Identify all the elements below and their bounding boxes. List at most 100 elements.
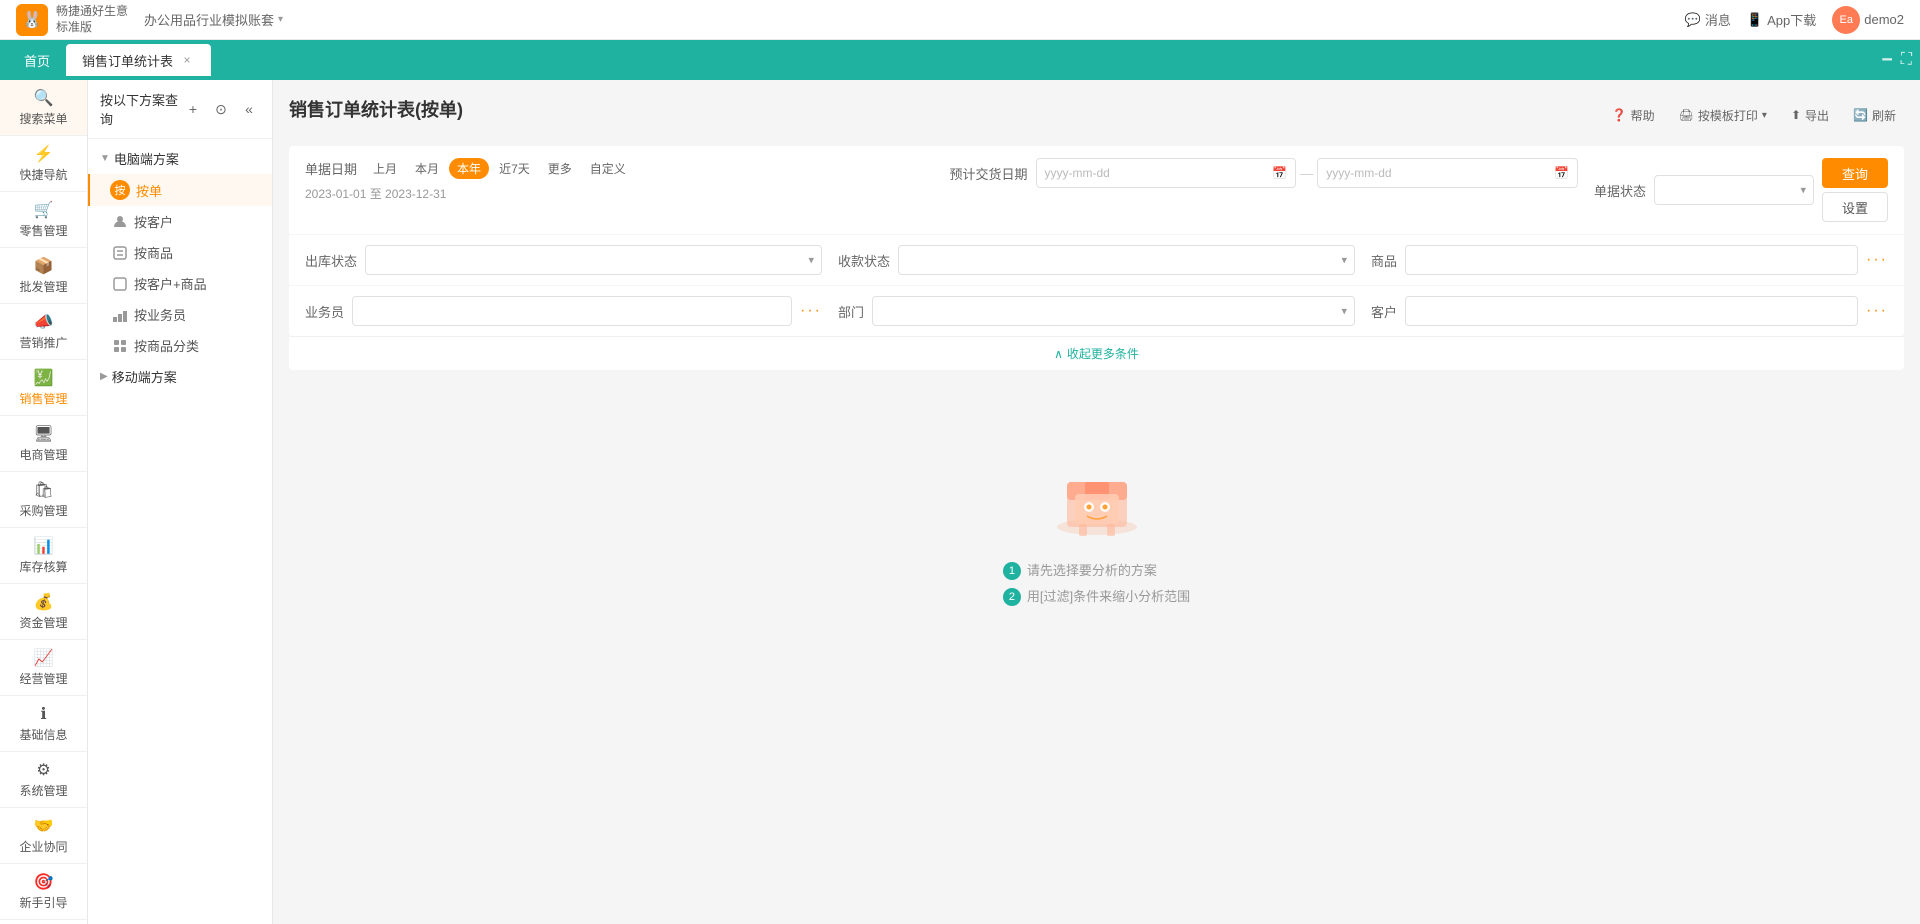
expected-date-start-input[interactable]: yyyy-mm-dd 📅 [1036, 158, 1297, 188]
salesperson-scheme-icon [112, 307, 128, 323]
message-button[interactable]: 💬 消息 [1685, 10, 1731, 29]
left-panel-title: 按以下方案查询 [100, 90, 182, 128]
content-area: 按以下方案查询 + ⊙ « ▼ [88, 80, 1920, 924]
scheme-group-header-pc[interactable]: ▼ 电脑端方案 [88, 143, 272, 174]
expected-date-end-input[interactable]: yyyy-mm-dd 📅 [1317, 158, 1578, 188]
scheme-item-by-customer-goods[interactable]: 按客户+商品 [88, 268, 272, 299]
date-field: 单据日期 上月 本月 本年 近7天 更多 自定义 2023-01-0 [305, 158, 933, 202]
date-range-text: 2023-01-01 至 2023-12-31 [305, 185, 446, 202]
date-separator: — [1300, 166, 1313, 181]
top-bar: 🐰 畅捷通好生意 标准版 办公用品行业模拟账套 ▾ 💬 消息 📱 App下载 E… [0, 0, 1920, 40]
sidebar-item-wholesale-mgmt[interactable]: 📦 批发管理 [0, 248, 87, 304]
sidebar-item-quick-nav[interactable]: ⚡ 快捷导航 [0, 136, 87, 192]
settings-scheme-button[interactable]: ⊙ [210, 98, 232, 120]
finance-icon: 💰 [34, 592, 54, 612]
last-month-btn[interactable]: 上月 [365, 158, 405, 179]
scheme-item-by-salesperson[interactable]: 按业务员 [88, 299, 272, 330]
active-scheme-icon: 按 [110, 180, 130, 200]
print-icon: 🖨 [1679, 108, 1694, 122]
salesperson-input[interactable] [352, 296, 792, 326]
export-button[interactable]: ⬆ 导出 [1783, 103, 1837, 128]
sidebar-item-marketing[interactable]: 📣 营销推广 [0, 304, 87, 360]
sidebar-item-basic-info[interactable]: ℹ 基础信息 [0, 696, 87, 752]
sidebar-item-new-guide[interactable]: 🎯 新手引导 [0, 864, 87, 920]
customer-scheme-icon [112, 214, 128, 230]
app-download-button[interactable]: 📱 App下载 [1747, 10, 1816, 29]
help-button[interactable]: ❓ 帮助 [1604, 103, 1663, 128]
sidebar-item-enterprise-collab[interactable]: 🤝 企业协同 [0, 808, 87, 864]
help-icon: ❓ [1612, 108, 1627, 122]
refresh-button[interactable]: 🔄 刷新 [1845, 103, 1904, 128]
setting-button[interactable]: 设置 [1822, 192, 1888, 222]
customer-goods-scheme-icon [112, 276, 128, 292]
filter-row-1: 单据日期 上月 本月 本年 近7天 更多 自定义 2023-01-0 [289, 146, 1904, 235]
scheme-item-by-goods-category[interactable]: 按商品分类 [88, 330, 272, 361]
scheme-item-by-customer[interactable]: 按客户 [88, 206, 272, 237]
top-bar-right: 💬 消息 📱 App下载 Ea demo2 [1685, 6, 1904, 34]
customer-input[interactable] [1405, 296, 1858, 326]
payment-status-select[interactable] [898, 245, 1355, 275]
sidebar-item-purchase-mgmt[interactable]: 🛍 采购管理 [0, 472, 87, 528]
sidebar-item-retail-mgmt[interactable]: 🛒 零售管理 [0, 192, 87, 248]
scheme-item-by-order[interactable]: 按 按单 [88, 174, 272, 206]
empty-hint-1: 1 请先选择要分析的方案 [1003, 558, 1190, 584]
download-icon: 📱 [1747, 12, 1763, 28]
system-icon: ⚙ [36, 760, 50, 780]
expected-date-field: 预计交货日期 yyyy-mm-dd 📅 — yyyy-mm-dd 📅 [949, 158, 1577, 188]
shipment-status-select[interactable] [365, 245, 822, 275]
goods-category-scheme-icon [112, 338, 128, 354]
customer-more-btn[interactable]: ··· [1866, 302, 1888, 320]
workspace-selector[interactable]: 办公用品行业模拟账套 ▾ [136, 6, 291, 33]
bill-status-select[interactable] [1654, 175, 1814, 205]
tab-home[interactable]: 首页 [8, 44, 66, 76]
sidebar-item-app-center[interactable]: 🗂 应用中心 [0, 920, 87, 924]
marketing-icon: 📣 [34, 312, 54, 332]
salesperson-more-btn[interactable]: ··· [800, 302, 822, 320]
wholesale-icon: 📦 [34, 256, 54, 276]
department-select[interactable] [872, 296, 1355, 326]
scheme-item-by-goods[interactable]: 按商品 [88, 237, 272, 268]
query-buttons: 查询 设置 [1822, 158, 1888, 222]
maximize-icon[interactable]: ⛶ [1901, 51, 1912, 69]
more-dates-btn[interactable]: 更多 [540, 158, 580, 179]
sidebar-item-finance-mgmt[interactable]: 💰 资金管理 [0, 584, 87, 640]
date-quick-buttons: 上月 本月 本年 近7天 更多 自定义 [365, 158, 634, 179]
user-avatar[interactable]: Ea demo2 [1832, 6, 1904, 34]
collapse-bar[interactable]: ∧ 收起更多条件 [289, 336, 1904, 370]
collapse-panel-button[interactable]: « [238, 98, 260, 120]
sidebar-item-ops-mgmt[interactable]: 📈 经营管理 [0, 640, 87, 696]
refresh-icon: 🔄 [1853, 108, 1868, 122]
sidebar-item-sales-mgmt[interactable]: 💹 销售管理 [0, 360, 87, 416]
date-range-row: 2023-01-01 至 2023-12-31 [305, 185, 933, 202]
goods-input[interactable] [1405, 245, 1858, 275]
this-month-btn[interactable]: 本月 [407, 158, 447, 179]
sales-icon: 💹 [34, 368, 54, 388]
left-panel: 按以下方案查询 + ⊙ « ▼ [88, 80, 273, 924]
empty-hint-2: 2 用[过滤]条件来缩小分析范围 [1003, 584, 1190, 610]
minimize-icon[interactable]: 🗕 [1881, 47, 1892, 74]
last-7-days-btn[interactable]: 近7天 [491, 158, 538, 179]
tab-bar-right: 🗕 ⛶ [1881, 47, 1912, 74]
add-scheme-button[interactable]: + [182, 98, 204, 120]
print-button[interactable]: 🖨 按模板打印 ▾ [1671, 103, 1775, 128]
payment-status-select-wrap: ▾ [898, 245, 1355, 275]
filter-row-2: 出库状态 ▾ 收款状态 [289, 235, 1904, 286]
tab-close-icon[interactable]: × [179, 52, 195, 68]
sidebar-item-system-mgmt[interactable]: ⚙ 系统管理 [0, 752, 87, 808]
sidebar-item-search-menu[interactable]: 🔍 搜索菜单 [0, 80, 87, 136]
goods-more-btn[interactable]: ··· [1866, 251, 1888, 269]
salesperson-field: 业务员 ··· [305, 296, 822, 326]
search-icon: 🔍 [34, 88, 54, 108]
shipment-status-label: 出库状态 [305, 251, 357, 270]
tab-sales-stats[interactable]: 销售订单统计表 × [66, 44, 211, 76]
sidebar-item-inventory[interactable]: 📊 库存核算 [0, 528, 87, 584]
payment-status-label: 收款状态 [838, 251, 890, 270]
hint-num-2: 2 [1003, 588, 1021, 606]
sidebar-item-ecom-mgmt[interactable]: 🖥 电商管理 [0, 416, 87, 472]
scheme-group-mobile[interactable]: ▶ 移动端方案 [88, 361, 272, 392]
query-button[interactable]: 查询 [1822, 158, 1888, 188]
calendar-icon: 📅 [1272, 166, 1287, 180]
custom-date-btn[interactable]: 自定义 [582, 158, 634, 179]
this-year-btn[interactable]: 本年 [449, 158, 489, 179]
page-title: 销售订单统计表(按单) [289, 96, 463, 122]
